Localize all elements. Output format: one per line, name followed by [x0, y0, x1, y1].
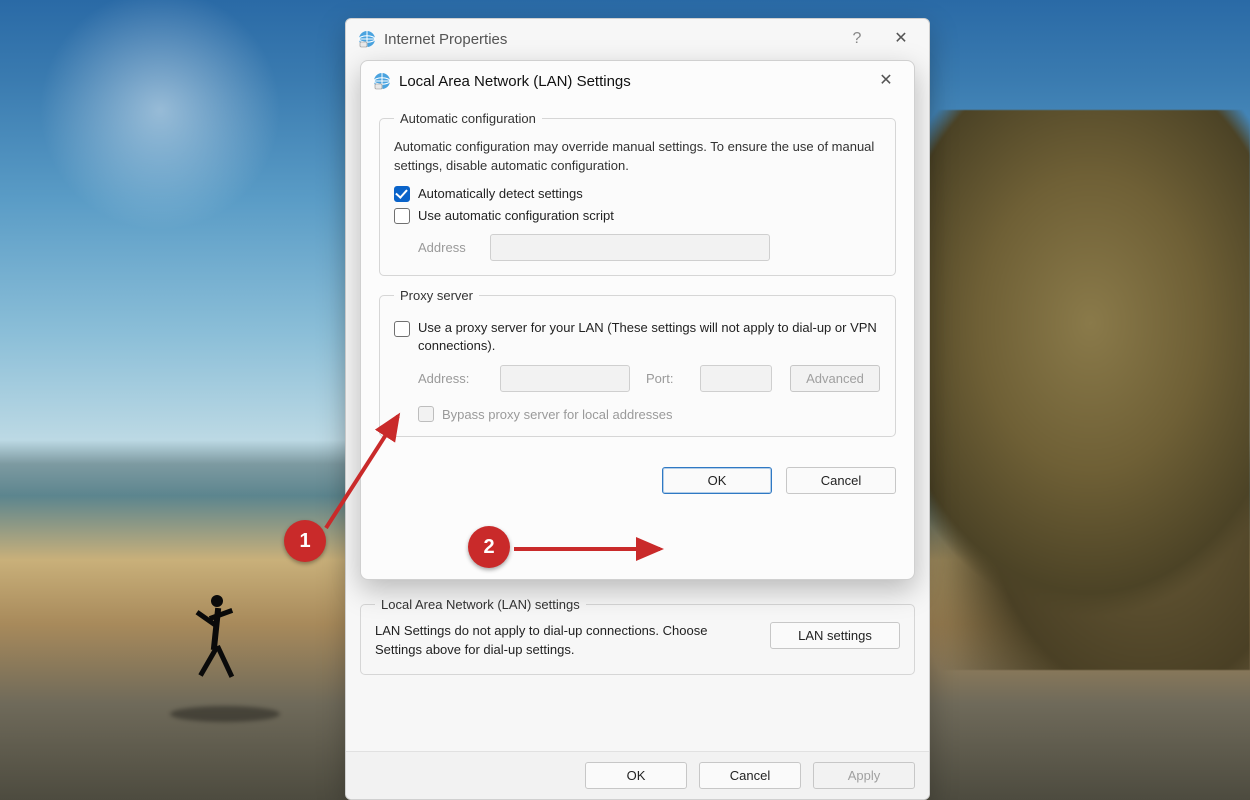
- proxy-address-label: Address:: [418, 371, 490, 386]
- child-ok-button[interactable]: OK: [662, 467, 772, 494]
- annotation-arrow-1: [320, 408, 430, 541]
- bypass-row: Bypass proxy server for local addresses: [418, 406, 881, 422]
- close-icon: ✕: [879, 73, 892, 89]
- auto-detect-checkbox[interactable]: [394, 186, 410, 202]
- globe-icon: [373, 72, 391, 90]
- script-address-input: [490, 234, 770, 261]
- close-icon: ✕: [894, 31, 907, 47]
- parent-cancel-button[interactable]: Cancel: [699, 762, 801, 789]
- parent-titlebar[interactable]: Internet Properties ? ✕: [346, 19, 929, 59]
- child-title: Local Area Network (LAN) Settings: [399, 73, 864, 90]
- proxy-port-input: [700, 365, 772, 392]
- annotation-2-text: 2: [483, 536, 494, 559]
- help-icon: ?: [853, 30, 862, 48]
- use-proxy-label: Use a proxy server for your LAN (These s…: [418, 319, 881, 355]
- globe-icon: [358, 30, 376, 48]
- auto-detect-label: Automatically detect settings: [418, 186, 583, 201]
- automatic-configuration-desc: Automatic configuration may override man…: [394, 138, 881, 176]
- proxy-address-row: Address: Port: Advanced: [418, 365, 881, 392]
- script-address-label: Address: [418, 240, 490, 255]
- parent-lower-panel: Local Area Network (LAN) settings LAN Se…: [360, 591, 915, 687]
- use-script-row[interactable]: Use automatic configuration script: [394, 208, 881, 224]
- parent-title: Internet Properties: [384, 31, 835, 48]
- wallpaper-runner: [185, 590, 255, 710]
- child-titlebar[interactable]: Local Area Network (LAN) Settings ✕: [361, 61, 914, 101]
- use-script-label: Use automatic configuration script: [418, 208, 614, 223]
- automatic-configuration-legend: Automatic configuration: [394, 111, 542, 126]
- lan-settings-legend: Local Area Network (LAN) settings: [375, 597, 586, 612]
- help-button[interactable]: ?: [835, 24, 879, 54]
- lan-settings-button[interactable]: LAN settings: [770, 622, 900, 649]
- proxy-server-legend: Proxy server: [394, 288, 479, 303]
- child-content: Automatic configuration Automatic config…: [361, 101, 914, 459]
- annotation-arrow-2: [512, 542, 672, 559]
- parent-button-bar: OK Cancel Apply: [346, 751, 929, 799]
- desktop-wallpaper: Internet Properties ? ✕ Local Area Netwo…: [0, 0, 1250, 800]
- auto-detect-row[interactable]: Automatically detect settings: [394, 186, 881, 202]
- wallpaper-runner-shadow: [170, 706, 280, 722]
- parent-ok-button[interactable]: OK: [585, 762, 687, 789]
- child-cancel-button[interactable]: Cancel: [786, 467, 896, 494]
- bypass-label: Bypass proxy server for local addresses: [442, 407, 672, 422]
- proxy-server-group: Proxy server Use a proxy server for your…: [379, 288, 896, 437]
- child-button-bar: OK Cancel: [361, 459, 914, 508]
- lan-settings-desc: LAN Settings do not apply to dial-up con…: [375, 622, 752, 660]
- automatic-configuration-group: Automatic configuration Automatic config…: [379, 111, 896, 276]
- use-proxy-row[interactable]: Use a proxy server for your LAN (These s…: [394, 319, 881, 355]
- use-proxy-checkbox[interactable]: [394, 321, 410, 337]
- annotation-badge-2: 2: [468, 526, 510, 568]
- lan-settings-group: Local Area Network (LAN) settings LAN Se…: [360, 597, 915, 675]
- child-close-button[interactable]: ✕: [864, 66, 908, 96]
- annotation-1-text: 1: [299, 530, 310, 553]
- advanced-button: Advanced: [790, 365, 880, 392]
- script-address-row: Address: [418, 234, 881, 261]
- use-script-checkbox[interactable]: [394, 208, 410, 224]
- parent-apply-button: Apply: [813, 762, 915, 789]
- proxy-address-input: [500, 365, 630, 392]
- close-button[interactable]: ✕: [879, 24, 923, 54]
- lan-settings-dialog: Local Area Network (LAN) Settings ✕ Auto…: [360, 60, 915, 580]
- proxy-port-label: Port:: [646, 371, 690, 386]
